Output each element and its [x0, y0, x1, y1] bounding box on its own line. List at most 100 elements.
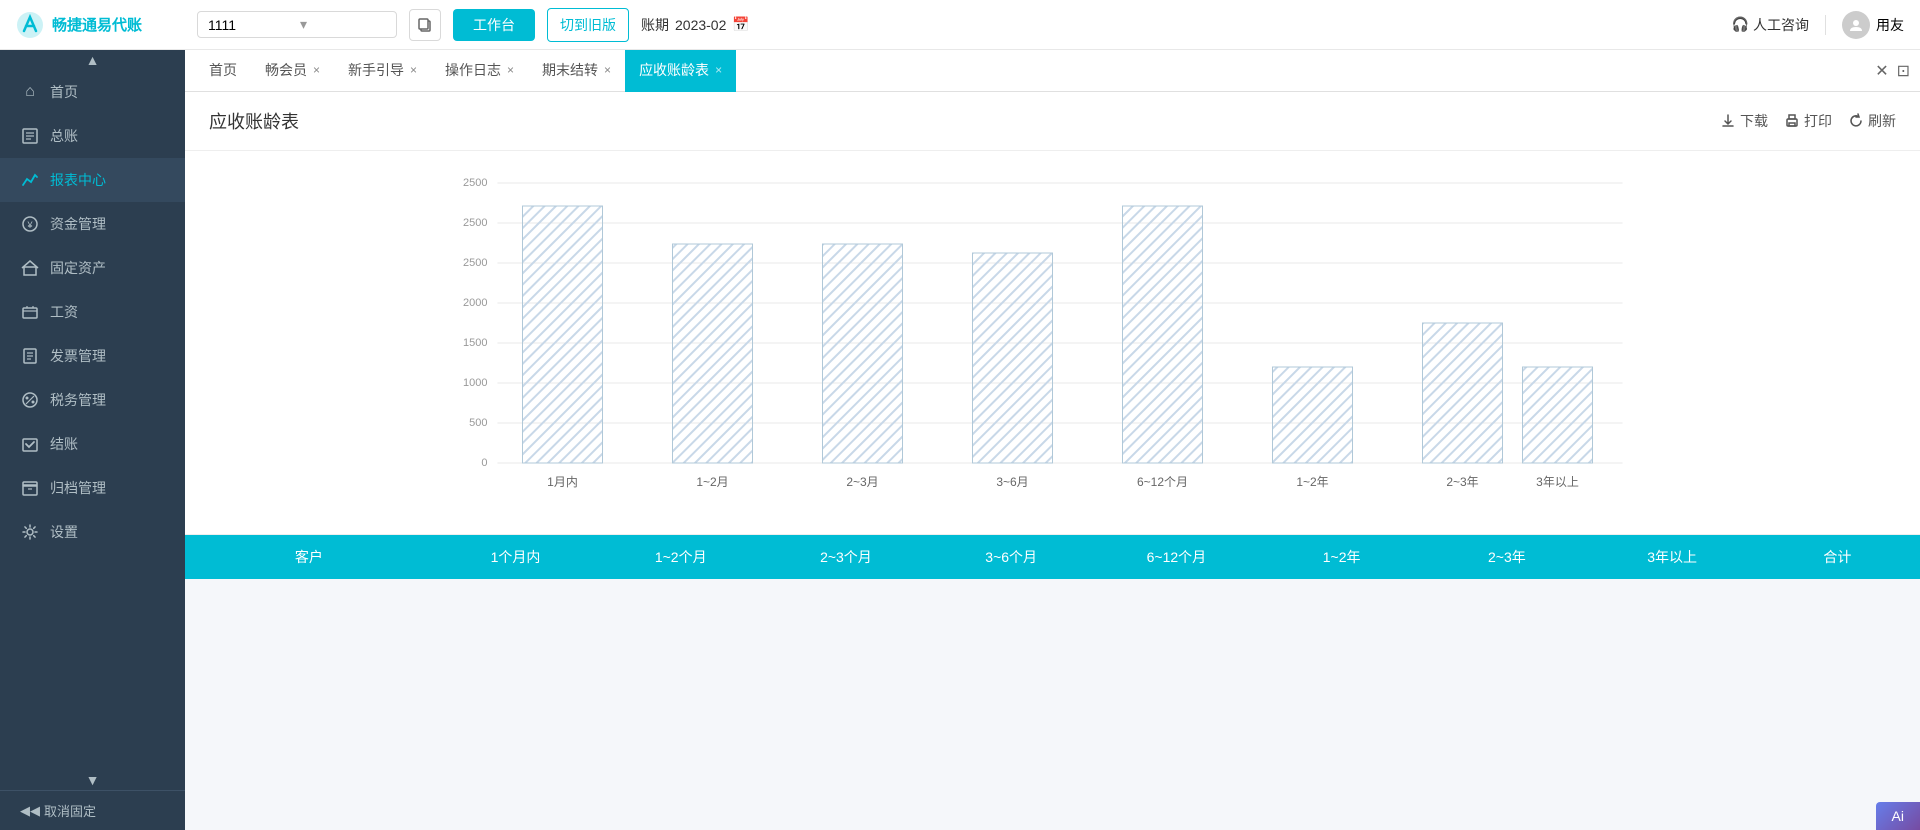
cancel-fixed-button[interactable]: ◀◀ 取消固定	[0, 790, 185, 830]
print-label: 打印	[1804, 111, 1832, 131]
account-selector[interactable]: 1111 ▾	[197, 11, 397, 38]
sidebar-label-salary: 工资	[50, 302, 78, 322]
period-label: 账期	[641, 15, 669, 35]
sidebar-label-funds: 资金管理	[50, 214, 106, 234]
page-header: 应收账龄表 下载 打印 刷新	[185, 92, 1920, 151]
svg-text:3年以上: 3年以上	[1536, 475, 1579, 489]
svg-text:3~6月: 3~6月	[996, 475, 1028, 489]
home-icon: ⌂	[20, 82, 40, 102]
col-1to2months: 1~2个月	[598, 547, 763, 567]
svg-text:2500: 2500	[463, 217, 487, 229]
tab-member-label: 畅会员	[265, 60, 307, 80]
col-2to3years: 2~3年	[1424, 547, 1589, 567]
tab-home-label: 首页	[209, 60, 237, 80]
calendar-icon[interactable]: 📅	[732, 16, 749, 33]
tab-member-close[interactable]: ×	[313, 63, 320, 77]
svg-text:2~3年: 2~3年	[1446, 475, 1478, 489]
sidebar-label-ledger: 总账	[50, 126, 78, 146]
svg-text:2500: 2500	[463, 177, 487, 189]
sidebar-label-assets: 固定资产	[50, 258, 106, 278]
sidebar-label-invoice: 发票管理	[50, 346, 106, 366]
sidebar-scroll-up[interactable]: ▲	[0, 50, 185, 70]
chevron-down-icon: ▾	[300, 16, 386, 33]
bar-chart: 2500 2500 2500 2000 1500 1000 500 0	[195, 171, 1890, 511]
avatar	[1842, 11, 1870, 39]
download-label: 下载	[1740, 111, 1768, 131]
svg-text:2000: 2000	[463, 297, 487, 309]
sidebar-item-ledger[interactable]: 总账	[0, 114, 185, 158]
sidebar-item-settings[interactable]: 设置	[0, 510, 185, 554]
headset-icon: 🎧	[1732, 16, 1749, 33]
sidebar-item-tax[interactable]: 税务管理	[0, 378, 185, 422]
period-info: 账期 2023-02 📅	[641, 15, 750, 35]
tab-member[interactable]: 畅会员 ×	[251, 50, 334, 92]
sidebar-item-closing[interactable]: 结账	[0, 422, 185, 466]
reports-icon	[20, 170, 40, 190]
tab-period-close[interactable]: ×	[604, 63, 611, 77]
header-actions: 下载 打印 刷新	[1720, 111, 1896, 131]
sidebar-item-reports[interactable]: 报表中心	[0, 158, 185, 202]
sidebar-item-archive[interactable]: 归档管理	[0, 466, 185, 510]
sidebar-item-funds[interactable]: ¥ 资金管理	[0, 202, 185, 246]
svg-text:2500: 2500	[463, 257, 487, 269]
col-total: 合计	[1755, 547, 1920, 567]
sidebar-item-salary[interactable]: 工资	[0, 290, 185, 334]
refresh-button[interactable]: 刷新	[1848, 111, 1896, 131]
ledger-icon	[20, 126, 40, 146]
tab-guide-close[interactable]: ×	[410, 63, 417, 77]
content-area: 首页 畅会员 × 新手引导 × 操作日志 × 期末结转 × 应收账龄表 ×	[185, 50, 1920, 830]
workbench-button[interactable]: 工作台	[453, 9, 535, 41]
download-icon	[1720, 113, 1736, 129]
tabs-right: ✕ ⊡	[1875, 61, 1910, 81]
ai-button[interactable]: Ai	[1876, 802, 1920, 830]
svg-text:1~2年: 1~2年	[1296, 475, 1328, 489]
table-header: 客户 1个月内 1~2个月 2~3个月 3~6个月 6~12个月	[185, 535, 1920, 579]
tab-oplog-close[interactable]: ×	[507, 63, 514, 77]
user-name: 用友	[1876, 15, 1904, 35]
tab-period[interactable]: 期末结转 ×	[528, 50, 625, 92]
col-6to12months: 6~12个月	[1094, 547, 1259, 567]
header-right: 🎧 人工咨询 用友	[1732, 11, 1904, 39]
settings-icon	[20, 522, 40, 542]
copy-icon	[417, 17, 433, 33]
archive-icon	[20, 478, 40, 498]
sidebar-item-home[interactable]: ⌂ 首页	[0, 70, 185, 114]
account-name: 1111	[208, 17, 294, 33]
tab-guide[interactable]: 新手引导 ×	[334, 50, 431, 92]
tab-aging-close[interactable]: ×	[715, 63, 722, 77]
copy-button[interactable]	[409, 9, 441, 41]
tab-maximize-icon[interactable]: ⊡	[1897, 61, 1910, 81]
print-button[interactable]: 打印	[1784, 111, 1832, 131]
col-1to2years: 1~2年	[1259, 547, 1424, 567]
sidebar-label-archive: 归档管理	[50, 478, 106, 498]
sidebar-label-home: 首页	[50, 82, 78, 102]
page-title: 应收账龄表	[209, 108, 299, 134]
user-menu[interactable]: 用友	[1842, 11, 1904, 39]
svg-text:¥: ¥	[26, 220, 33, 230]
tab-home[interactable]: 首页	[195, 50, 251, 92]
support-button[interactable]: 🎧 人工咨询	[1732, 15, 1809, 35]
svg-text:1月内: 1月内	[547, 475, 578, 489]
sidebar-item-invoice[interactable]: 发票管理	[0, 334, 185, 378]
invoice-icon	[20, 346, 40, 366]
svg-text:1500: 1500	[463, 337, 487, 349]
tab-oplog[interactable]: 操作日志 ×	[431, 50, 528, 92]
tab-aging-label: 应收账龄表	[639, 60, 709, 80]
sidebar-item-assets[interactable]: 固定资产	[0, 246, 185, 290]
print-icon	[1784, 113, 1800, 129]
top-header: 畅捷通易代账 1111 ▾ 工作台 切到旧版 账期 2023-02 📅 🎧 人工…	[0, 0, 1920, 50]
cancel-fixed-label: 取消固定	[44, 801, 96, 820]
tabs-bar: 首页 畅会员 × 新手引导 × 操作日志 × 期末结转 × 应收账龄表 ×	[185, 50, 1920, 92]
svg-text:0: 0	[481, 457, 487, 469]
svg-text:500: 500	[469, 417, 487, 429]
sidebar-label-settings: 设置	[50, 522, 78, 542]
sidebar-scroll-down[interactable]: ▼	[0, 770, 185, 790]
download-button[interactable]: 下载	[1720, 111, 1768, 131]
refresh-label: 刷新	[1868, 111, 1896, 131]
switch-version-button[interactable]: 切到旧版	[547, 8, 629, 42]
tab-aging[interactable]: 应收账龄表 ×	[625, 50, 736, 92]
salary-icon	[20, 302, 40, 322]
tab-close-all-icon[interactable]: ✕	[1875, 61, 1888, 81]
app-name: 畅捷通易代账	[52, 14, 142, 35]
col-2to3months: 2~3个月	[763, 547, 928, 567]
